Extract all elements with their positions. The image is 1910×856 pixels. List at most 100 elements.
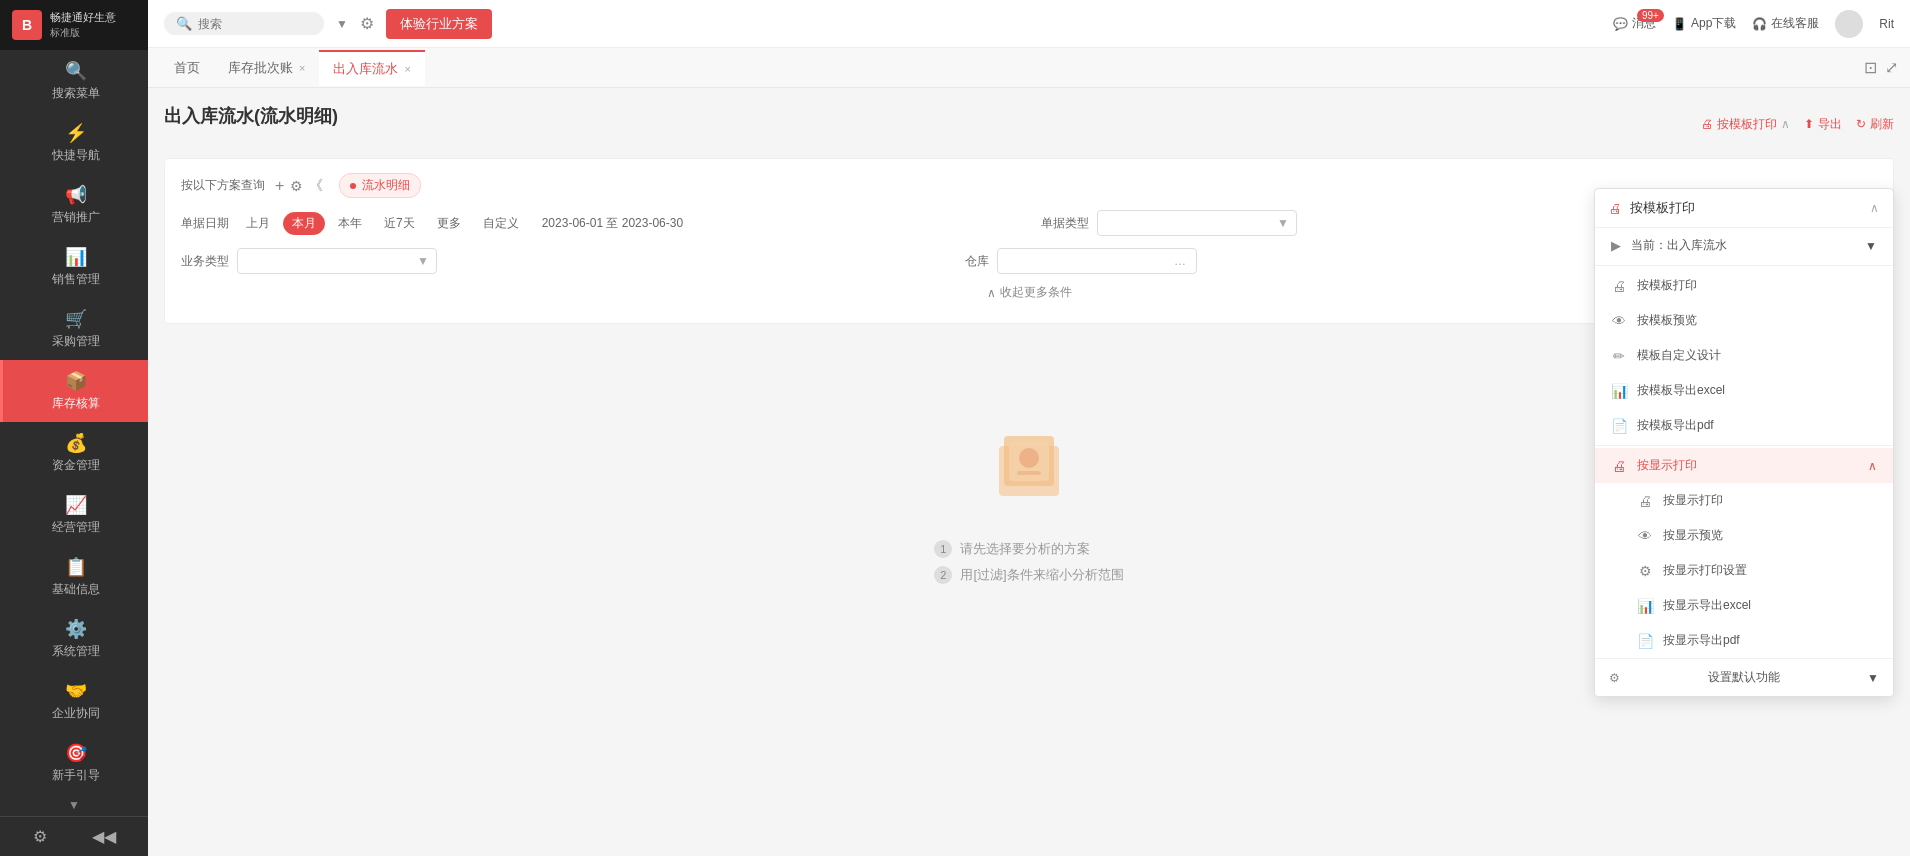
dropdown-close-arrow[interactable]: ∧ — [1870, 201, 1879, 215]
tab-flow[interactable]: 出入库流水 × — [319, 50, 424, 86]
sidebar-item-marketing[interactable]: 📢 营销推广 — [0, 174, 148, 236]
refresh-label: 刷新 — [1870, 116, 1894, 133]
tab-home[interactable]: 首页 — [160, 51, 214, 85]
dropdown-current[interactable]: ▶ 当前：出入库流水 ▼ — [1595, 228, 1893, 263]
sidebar-logo: B 畅捷通好生意 标准版 — [0, 0, 148, 50]
message-btn[interactable]: 💬 消息 99+ — [1613, 15, 1656, 32]
dropdown-item-display-excel[interactable]: 📊 按显示导出excel — [1595, 588, 1893, 623]
sidebar-item-label: 经营管理 — [52, 519, 100, 536]
sidebar-item-label: 销售管理 — [52, 271, 100, 288]
dropdown-section-display[interactable]: 🖨 按显示打印 ∧ — [1595, 448, 1893, 483]
warehouse-selector[interactable]: … — [997, 248, 1197, 274]
sidebar-item-inventory[interactable]: 📦 库存核算 — [0, 360, 148, 422]
scroll-down-arrow[interactable]: ▼ — [0, 794, 148, 816]
online-service-btn[interactable]: 🎧 在线客服 — [1752, 15, 1819, 32]
sidebar-nav: 🔍 搜索菜单 ⚡ 快捷导航 📢 营销推广 📊 销售管理 🛒 采购管理 📦 — [0, 50, 148, 794]
dropdown-footer[interactable]: ⚙ 设置默认功能 ▼ — [1595, 658, 1893, 696]
tab-batch[interactable]: 库存批次账 × — [214, 51, 319, 85]
sidebar-item-system[interactable]: ⚙️ 系统管理 — [0, 608, 148, 670]
logo-text: 畅捷通好生意 — [50, 10, 116, 25]
print-icon: 🖨 — [1701, 117, 1713, 131]
date-btn-custom[interactable]: 自定义 — [474, 212, 528, 235]
export-btn[interactable]: ⬆ 导出 — [1804, 116, 1842, 133]
header-gear-icon[interactable]: ⚙ — [360, 14, 374, 33]
empty-illustration — [979, 416, 1079, 516]
sidebar-item-label: 采购管理 — [52, 333, 100, 350]
refresh-btn[interactable]: ↻ 刷新 — [1856, 116, 1894, 133]
display-settings-label: 按显示打印设置 — [1663, 562, 1747, 579]
display-preview-icon: 👁 — [1637, 528, 1653, 544]
sidebar-footer: ⚙ ◀◀ — [0, 816, 148, 856]
guide-icon: 🎯 — [65, 742, 87, 764]
display-excel-icon: 📊 — [1637, 598, 1653, 614]
user-avatar[interactable] — [1835, 10, 1863, 38]
filter-tag-label: 流水明细 — [362, 177, 410, 194]
sidebar-item-label: 新手引导 — [52, 767, 100, 784]
refresh-icon: ↻ — [1856, 117, 1866, 131]
dropdown-item-template-custom[interactable]: ✏ 模板自定义设计 — [1595, 338, 1893, 373]
filter-collapse-btn[interactable]: 《 — [309, 177, 323, 195]
business-type-label: 业务类型 — [181, 253, 229, 270]
industry-btn[interactable]: 体验行业方案 — [386, 9, 492, 39]
business-type-select-wrapper: ▼ — [237, 248, 437, 274]
tab-expand-btn[interactable]: ⤢ — [1885, 58, 1898, 77]
date-btn-last-month[interactable]: 上月 — [237, 212, 279, 235]
display-pdf-icon: 📄 — [1637, 633, 1653, 649]
display-settings-icon: ⚙ — [1637, 563, 1653, 579]
filter-section-label: 按以下方案查询 — [181, 177, 265, 194]
sidebar-item-finance[interactable]: 💰 资金管理 — [0, 422, 148, 484]
app-download-label: App下载 — [1691, 15, 1736, 32]
print-template-label: 按模板打印 — [1717, 116, 1777, 133]
print-dropdown-arrow[interactable]: ∧ — [1781, 117, 1790, 131]
date-btn-more[interactable]: 更多 — [428, 212, 470, 235]
sidebar-item-enterprise[interactable]: 🤝 企业协同 — [0, 670, 148, 732]
dropdown-item-display-print[interactable]: 🖨 按显示打印 — [1595, 483, 1893, 518]
date-btn-this-year[interactable]: 本年 — [329, 212, 371, 235]
dropdown-item-template-excel[interactable]: 📊 按模板导出excel — [1595, 373, 1893, 408]
tab-flow-close[interactable]: × — [404, 63, 410, 75]
filter-settings-btn[interactable]: ⚙ — [290, 178, 303, 194]
dropdown-current-icon: ▶ — [1611, 238, 1621, 253]
tab-batch-close[interactable]: × — [299, 62, 305, 74]
date-btn-this-month[interactable]: 本月 — [283, 212, 325, 235]
print-template-btn[interactable]: 🖨 按模板打印 ∧ — [1701, 116, 1790, 133]
sidebar-item-purchase[interactable]: 🛒 采购管理 — [0, 298, 148, 360]
sidebar-item-guide[interactable]: 🎯 新手引导 — [0, 732, 148, 794]
enterprise-icon: 🤝 — [65, 680, 87, 702]
sidebar-item-operation[interactable]: 📈 经营管理 — [0, 484, 148, 546]
dropdown-item-display-settings[interactable]: ⚙ 按显示打印设置 — [1595, 553, 1893, 588]
tab-restore-btn[interactable]: ⊡ — [1864, 58, 1877, 77]
header-search-bar[interactable]: 🔍 — [164, 12, 324, 35]
business-type-select[interactable] — [237, 248, 437, 274]
template-print-icon: 🖨 — [1611, 278, 1627, 294]
step-1-num: 1 — [934, 540, 952, 558]
print-dropdown-panel: 🖨 按模板打印 ∧ ▶ 当前：出入库流水 ▼ 🖨 按模板打印 — [1594, 188, 1894, 697]
sidebar-item-quick-nav[interactable]: ⚡ 快捷导航 — [0, 112, 148, 174]
dropdown-item-display-preview[interactable]: 👁 按显示预览 — [1595, 518, 1893, 553]
dropdown-item-display-pdf[interactable]: 📄 按显示导出pdf — [1595, 623, 1893, 658]
empty-step-1: 1 请先选择要分析的方案 — [934, 536, 1123, 562]
date-range-display[interactable]: 2023-06-01 至 2023-06-30 — [542, 215, 683, 232]
search-dropdown-arrow[interactable]: ▼ — [336, 17, 348, 31]
sidebar-item-sales[interactable]: 📊 销售管理 — [0, 236, 148, 298]
dropdown-item-template-print[interactable]: 🖨 按模板打印 — [1595, 268, 1893, 303]
fold-icon[interactable]: ◀◀ — [92, 827, 116, 846]
filter-add-btn[interactable]: + — [275, 177, 284, 195]
display-excel-label: 按显示导出excel — [1663, 597, 1751, 614]
sidebar-item-search[interactable]: 🔍 搜索菜单 — [0, 50, 148, 112]
display-preview-label: 按显示预览 — [1663, 527, 1723, 544]
search-input[interactable] — [198, 17, 298, 31]
sidebar-item-basic[interactable]: 📋 基础信息 — [0, 546, 148, 608]
warehouse-more-icon[interactable]: … — [1174, 254, 1186, 268]
dropdown-item-template-pdf[interactable]: 📄 按模板导出pdf — [1595, 408, 1893, 443]
settings-footer-icon[interactable]: ⚙ — [33, 827, 47, 846]
app-download-btn[interactable]: 📱 App下载 — [1672, 15, 1736, 32]
main-content: 🔍 ▼ ⚙ 体验行业方案 💬 消息 99+ 📱 App下载 🎧 — [148, 0, 1910, 856]
dropdown-item-template-preview[interactable]: 👁 按模板预览 — [1595, 303, 1893, 338]
step-2-label: 用[过滤]条件来缩小分析范围 — [960, 562, 1123, 588]
date-btn-7days[interactable]: 近7天 — [375, 212, 424, 235]
quick-nav-icon: ⚡ — [65, 122, 87, 144]
business-type-group: 业务类型 ▼ — [181, 248, 941, 274]
type-select[interactable] — [1097, 210, 1297, 236]
filter-active-tag[interactable]: 流水明细 — [339, 173, 421, 198]
